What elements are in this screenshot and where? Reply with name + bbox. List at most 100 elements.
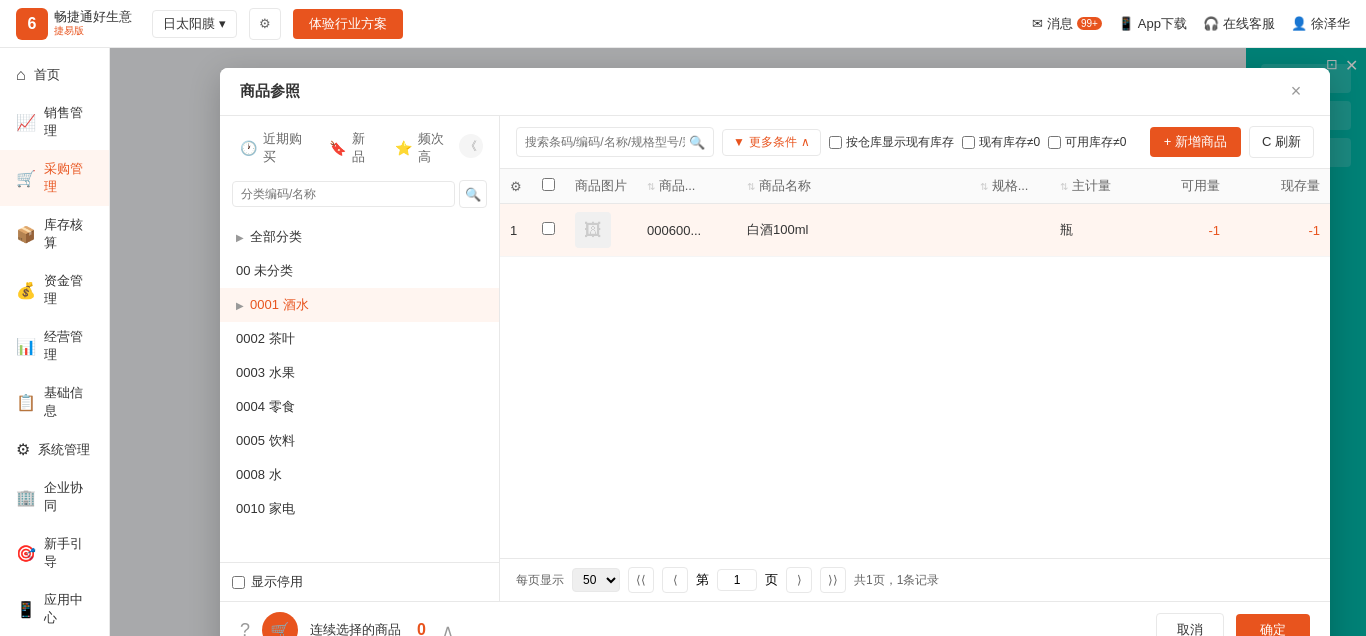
tab-recent[interactable]: 🕐 近期购买 — [228, 124, 315, 172]
app-download-label: App下载 — [1138, 15, 1187, 33]
help-icon[interactable]: ? — [240, 620, 250, 637]
avatar-icon: 👤 — [1291, 16, 1307, 31]
refresh-btn[interactable]: C 刷新 — [1249, 126, 1314, 158]
sidebar-item-finance[interactable]: 💰 资金管理 — [0, 262, 109, 318]
cancel-btn[interactable]: 取消 — [1156, 613, 1224, 636]
stock-ne0-checkbox[interactable]: 现有库存≠0 — [962, 134, 1040, 151]
online-service-btn[interactable]: 🎧 在线客服 — [1203, 15, 1275, 33]
right-panel: 🔍 ▼ 更多条件 ∧ 按仓库显示现有库存 — [500, 116, 1330, 601]
last-page-btn[interactable]: ⟩⟩ — [820, 567, 846, 593]
sidebar-label-system: 系统管理 — [38, 441, 90, 459]
cat-all[interactable]: ▶ 全部分类 — [220, 220, 499, 254]
headset-icon: 🎧 — [1203, 16, 1219, 31]
system-icon: ⚙ — [16, 440, 30, 459]
cart-icon[interactable]: 🛒 — [262, 612, 298, 636]
collapse-left-btn[interactable]: 《 — [459, 134, 483, 158]
row-num: 1 — [510, 223, 517, 238]
filter-icon: ▼ — [733, 135, 745, 149]
product-search-input[interactable] — [525, 135, 685, 149]
col-spec-header[interactable]: ⇅ 规格... — [970, 169, 1050, 204]
show-disabled-checkbox[interactable] — [232, 576, 245, 589]
modal-close-btn[interactable]: × — [1282, 78, 1310, 106]
cat-0001[interactable]: ▶ 0001 酒水 — [220, 288, 499, 322]
col-settings-header[interactable]: ⚙ — [500, 169, 532, 204]
add-product-btn[interactable]: + 新增商品 — [1150, 127, 1241, 157]
product-search-icon[interactable]: 🔍 — [689, 135, 705, 150]
guide-icon: 🎯 — [16, 544, 36, 563]
cart-count: 0 — [417, 621, 426, 636]
avail-ne0-checkbox[interactable]: 可用库存≠0 — [1048, 134, 1126, 151]
sidebar-item-enterprise[interactable]: 🏢 企业协同 — [0, 469, 109, 525]
per-page-select[interactable]: 50 — [572, 568, 620, 592]
sidebar-item-guide[interactable]: 🎯 新手引导 — [0, 525, 109, 581]
first-page-btn[interactable]: ⟨⟨ — [628, 567, 654, 593]
next-page-btn[interactable]: ⟩ — [786, 567, 812, 593]
modal-body: 🕐 近期购买 🔖 新品 ⭐ 频次高 — [220, 116, 1330, 601]
product-table: ⚙ 商品图片 ⇅ 商品... — [500, 169, 1330, 257]
row-stock-cell: -1 — [1230, 204, 1330, 257]
col-unit-header[interactable]: ⇅ 主计量 — [1050, 169, 1130, 204]
filter-collapse-icon: ∧ — [801, 135, 810, 149]
settings-icon[interactable]: ⚙ — [249, 8, 281, 40]
cat-00-label: 00 未分类 — [236, 262, 293, 280]
left-panel: 🕐 近期购买 🔖 新品 ⭐ 频次高 — [220, 116, 500, 601]
cat-00[interactable]: 00 未分类 — [220, 254, 499, 288]
sidebar-label-basic: 基础信息 — [44, 384, 93, 420]
modal-header: 商品参照 × — [220, 68, 1330, 116]
sidebar-item-home[interactable]: ⌂ 首页 — [0, 56, 109, 94]
sidebar-label-app-center: 应用中心 — [44, 591, 93, 627]
page-input[interactable] — [717, 569, 757, 591]
sidebar-item-system[interactable]: ⚙ 系统管理 — [0, 430, 109, 469]
app-download-btn[interactable]: 📱 App下载 — [1118, 15, 1187, 33]
confirm-btn[interactable]: 确定 — [1236, 614, 1310, 636]
filter-more-label: 更多条件 — [749, 134, 797, 151]
sidebar-label-enterprise: 企业协同 — [44, 479, 93, 515]
select-all-checkbox[interactable] — [542, 178, 555, 191]
col-name-header[interactable]: ⇅ 商品名称 — [737, 169, 970, 204]
sidebar-item-operations[interactable]: 📊 经营管理 — [0, 318, 109, 374]
tab-frequent[interactable]: ⭐ 频次高 — [383, 124, 459, 172]
sidebar-item-app-center[interactable]: 📱 应用中心 — [0, 581, 109, 636]
col-code-header[interactable]: ⇅ 商品... — [637, 169, 737, 204]
navbar: 6 畅捷通好生意 捷易版 日太阳膜 ▾ ⚙ 体验行业方案 ✉ 消息 99+ 📱 … — [0, 0, 1366, 48]
cat-0010-label: 0010 家电 — [236, 500, 295, 518]
table-row[interactable]: 1 🖼 000600... — [500, 204, 1330, 257]
page-prefix: 第 — [696, 571, 709, 589]
continuous-label: 连续选择的商品 — [310, 621, 401, 636]
cat-0008[interactable]: 0008 水 — [220, 458, 499, 492]
collapse-footer-icon[interactable]: ∧ — [442, 621, 454, 637]
cat-0005[interactable]: 0005 饮料 — [220, 424, 499, 458]
product-avail: -1 — [1208, 223, 1220, 238]
cat-0003[interactable]: 0003 水果 — [220, 356, 499, 390]
tab-recent-label: 近期购买 — [263, 130, 303, 166]
warehouse-display-checkbox[interactable]: 按仓库显示现有库存 — [829, 134, 954, 151]
row-checkbox[interactable] — [542, 222, 555, 235]
sidebar-label-purchase: 采购管理 — [44, 160, 93, 196]
message-btn[interactable]: ✉ 消息 99+ — [1032, 15, 1102, 33]
row-checkbox-cell[interactable] — [532, 204, 565, 257]
filter-more-btn[interactable]: ▼ 更多条件 ∧ — [722, 129, 821, 156]
modal-title: 商品参照 — [240, 82, 300, 101]
category-search-btn[interactable]: 🔍 — [459, 180, 487, 208]
cat-0010[interactable]: 0010 家电 — [220, 492, 499, 526]
tab-new[interactable]: 🔖 新品 — [317, 124, 382, 172]
company-selector[interactable]: 日太阳膜 ▾ — [152, 10, 237, 38]
sidebar-item-basic[interactable]: 📋 基础信息 — [0, 374, 109, 430]
logo-sub: 捷易版 — [54, 24, 132, 38]
trial-btn[interactable]: 体验行业方案 — [293, 9, 403, 39]
show-disabled-toggle[interactable]: 显示停用 — [232, 573, 303, 591]
sidebar-item-inventory[interactable]: 📦 库存核算 — [0, 206, 109, 262]
cat-0004[interactable]: 0004 零食 — [220, 390, 499, 424]
cat-0002[interactable]: 0002 茶叶 — [220, 322, 499, 356]
mobile-icon: 📱 — [1118, 16, 1134, 31]
sidebar-item-sales[interactable]: 📈 销售管理 — [0, 94, 109, 150]
product-name: 白酒100ml — [747, 222, 808, 237]
prev-page-btn[interactable]: ⟨ — [662, 567, 688, 593]
logo-icon: 6 — [16, 8, 48, 40]
sidebar-item-purchase[interactable]: 🛒 采购管理 — [0, 150, 109, 206]
user-menu[interactable]: 👤 徐泽华 — [1291, 15, 1350, 33]
col-check-header[interactable] — [532, 169, 565, 204]
cat-0008-label: 0008 水 — [236, 466, 282, 484]
category-search-input[interactable] — [232, 181, 455, 207]
col-avail-header: 可用量 — [1130, 169, 1230, 204]
